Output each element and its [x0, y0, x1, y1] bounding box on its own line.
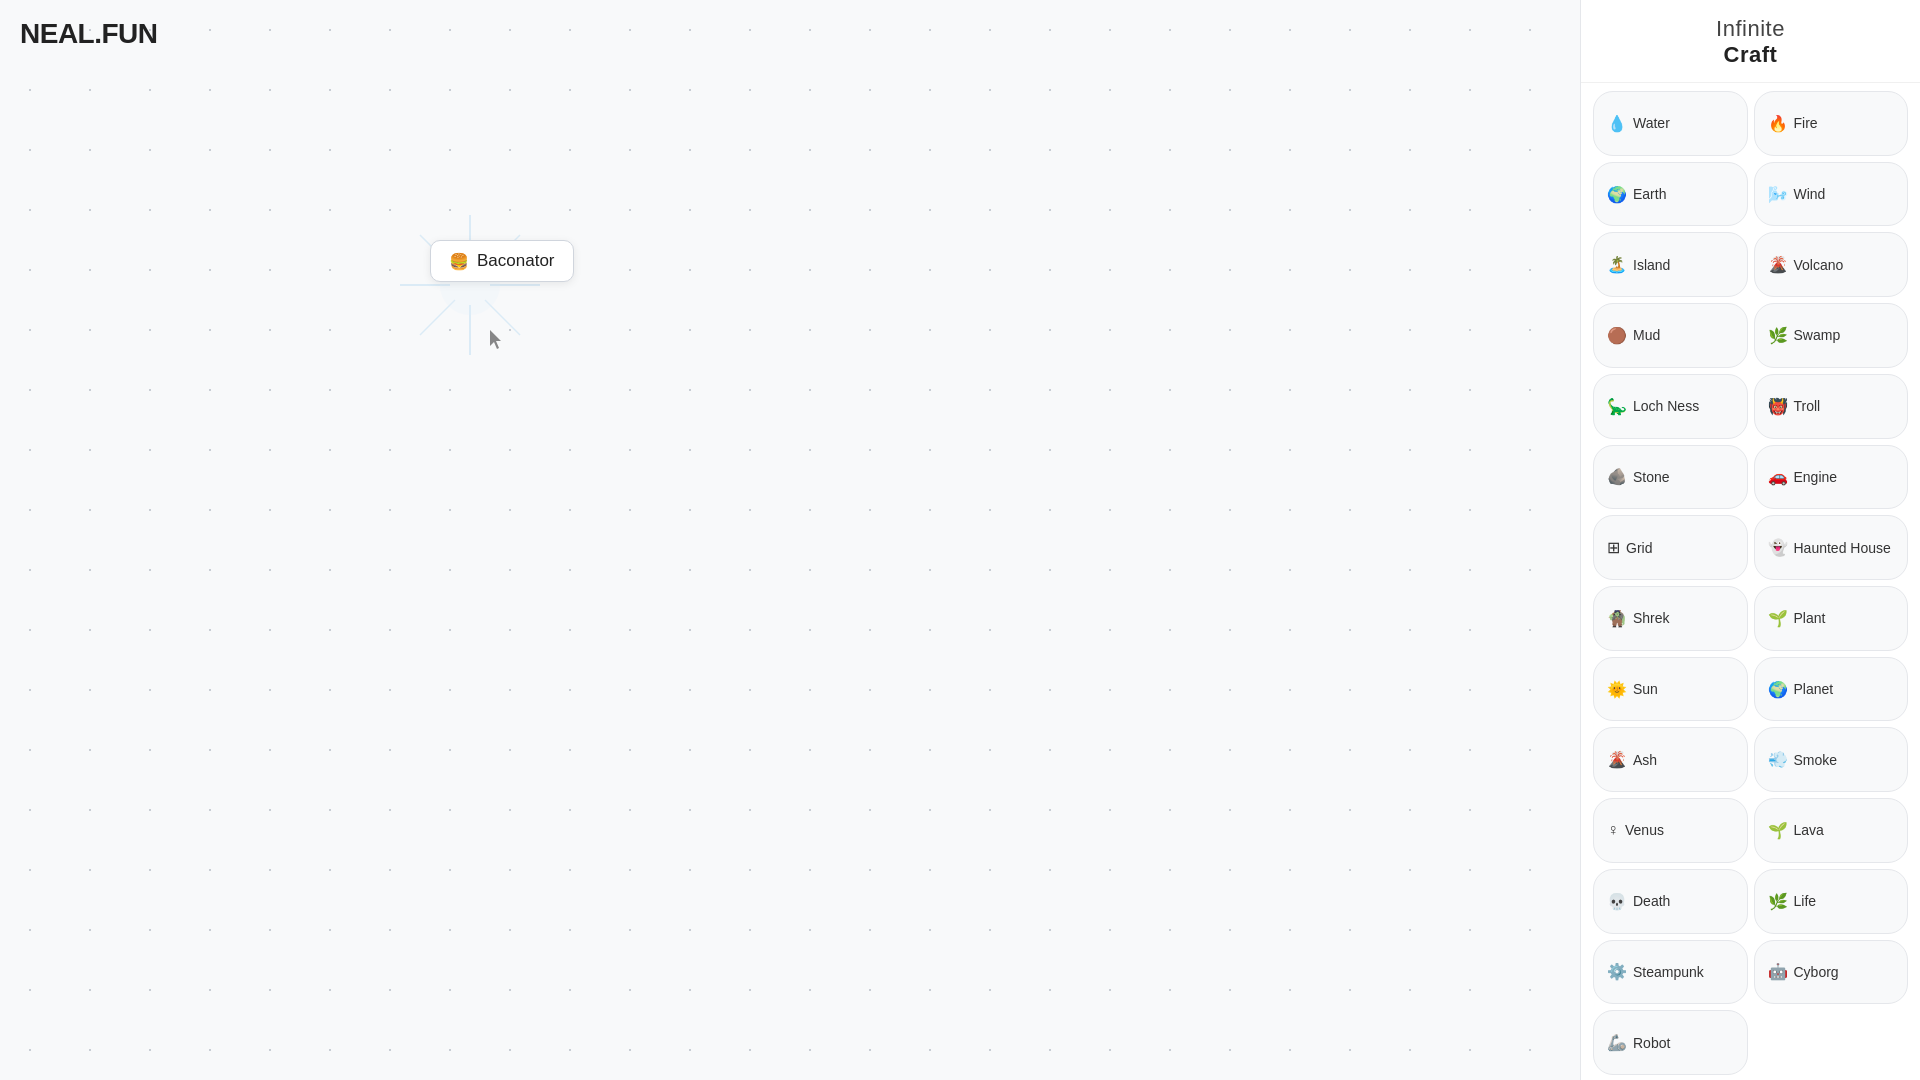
cyborg-emoji: 🤖 [1768, 962, 1788, 981]
swamp-label: Swamp [1794, 327, 1841, 343]
sidebar-title-bottom: Craft [1601, 42, 1900, 68]
haunted-house-emoji: 👻 [1768, 538, 1788, 557]
craft-canvas[interactable]: 🍔 Baconator [0, 0, 1580, 1080]
starburst-effect [390, 205, 550, 365]
sun-emoji: 🌞 [1607, 680, 1627, 699]
baconator-element[interactable]: 🍔 Baconator [430, 240, 574, 282]
smoke-emoji: 💨 [1768, 750, 1788, 769]
troll-label: Troll [1794, 398, 1821, 414]
water-label: Water [1633, 115, 1670, 131]
grid-label: Grid [1626, 540, 1652, 556]
sidebar-item-earth[interactable]: 🌍 Earth [1593, 162, 1748, 227]
sidebar-item-wind[interactable]: 🌬️ Wind [1754, 162, 1909, 227]
earth-label: Earth [1633, 186, 1666, 202]
sidebar-items-list: 💧 Water 🔥 Fire 🌍 Earth 🌬️ Wind 🏝️ Island 🌋 Volcano 🟤… [1581, 83, 1920, 1080]
sidebar-item-island[interactable]: 🏝️ Island [1593, 232, 1748, 297]
earth-emoji: 🌍 [1607, 185, 1627, 204]
sidebar-item-ash[interactable]: 🌋 Ash [1593, 727, 1748, 792]
sidebar-item-mud[interactable]: 🟤 Mud [1593, 303, 1748, 368]
sidebar-item-shrek[interactable]: 🧌 Shrek [1593, 586, 1748, 651]
death-label: Death [1633, 893, 1670, 909]
sidebar-item-robot[interactable]: 🦾 Robot [1593, 1010, 1748, 1075]
sidebar-item-loch-ness[interactable]: 🦕 Loch Ness [1593, 374, 1748, 439]
plant-label: Plant [1794, 610, 1826, 626]
sidebar-item-swamp[interactable]: 🌿 Swamp [1754, 303, 1909, 368]
baconator-label: Baconator [477, 251, 555, 271]
lava-label: Lava [1794, 822, 1824, 838]
sidebar-item-cyborg[interactable]: 🤖 Cyborg [1754, 940, 1909, 1005]
sidebar-item-water[interactable]: 💧 Water [1593, 91, 1748, 156]
svg-line-7 [485, 300, 520, 335]
water-emoji: 💧 [1607, 114, 1627, 133]
troll-emoji: 👹 [1768, 397, 1788, 416]
stone-emoji: 🪨 [1607, 467, 1627, 486]
sidebar-item-volcano[interactable]: 🌋 Volcano [1754, 232, 1909, 297]
steampunk-label: Steampunk [1633, 964, 1704, 980]
shrek-label: Shrek [1633, 610, 1670, 626]
cyborg-label: Cyborg [1794, 964, 1839, 980]
sidebar-item-fire[interactable]: 🔥 Fire [1754, 91, 1909, 156]
baconator-emoji: 🍔 [449, 252, 469, 271]
volcano-emoji: 🌋 [1768, 255, 1788, 274]
planet-emoji: 🌍 [1768, 680, 1788, 699]
mud-emoji: 🟤 [1607, 326, 1627, 345]
life-label: Life [1794, 893, 1817, 909]
venus-emoji: ♀️ [1607, 821, 1619, 839]
sidebar-item-planet[interactable]: 🌍 Planet [1754, 657, 1909, 722]
fire-label: Fire [1794, 115, 1818, 131]
sidebar-item-smoke[interactable]: 💨 Smoke [1754, 727, 1909, 792]
swamp-emoji: 🌿 [1768, 326, 1788, 345]
sidebar-item-haunted-house[interactable]: 👻 Haunted House [1754, 515, 1909, 580]
smoke-label: Smoke [1794, 752, 1838, 768]
grid-emoji: ⊞ [1607, 538, 1620, 557]
island-emoji: 🏝️ [1607, 255, 1627, 274]
sidebar-title-top: Infinite [1601, 16, 1900, 42]
engine-emoji: 🚗 [1768, 467, 1788, 486]
sidebar-item-plant[interactable]: 🌱 Plant [1754, 586, 1909, 651]
sidebar-item-engine[interactable]: 🚗 Engine [1754, 445, 1909, 510]
sidebar-item-lava[interactable]: 🌱 Lava [1754, 798, 1909, 863]
robot-emoji: 🦾 [1607, 1033, 1627, 1052]
sidebar-item-death[interactable]: 💀 Death [1593, 869, 1748, 934]
haunted-house-label: Haunted House [1794, 540, 1891, 556]
fire-emoji: 🔥 [1768, 114, 1788, 133]
loch-ness-label: Loch Ness [1633, 398, 1699, 414]
robot-label: Robot [1633, 1035, 1670, 1051]
mouse-cursor [490, 330, 506, 350]
sun-label: Sun [1633, 681, 1658, 697]
sidebar-item-venus[interactable]: ♀️ Venus [1593, 798, 1748, 863]
wind-emoji: 🌬️ [1768, 185, 1788, 204]
sidebar-item-sun[interactable]: 🌞 Sun [1593, 657, 1748, 722]
lava-emoji: 🌱 [1768, 821, 1788, 840]
volcano-label: Volcano [1794, 257, 1844, 273]
sidebar-item-life[interactable]: 🌿 Life [1754, 869, 1909, 934]
venus-label: Venus [1625, 822, 1664, 838]
wind-label: Wind [1794, 186, 1826, 202]
sidebar-item-stone[interactable]: 🪨 Stone [1593, 445, 1748, 510]
mud-label: Mud [1633, 327, 1660, 343]
ash-emoji: 🌋 [1607, 750, 1627, 769]
sidebar-header: Infinite Craft [1581, 0, 1920, 83]
steampunk-emoji: ⚙️ [1607, 962, 1627, 981]
sidebar-item-steampunk[interactable]: ⚙️ Steampunk [1593, 940, 1748, 1005]
engine-label: Engine [1794, 469, 1838, 485]
stone-label: Stone [1633, 469, 1670, 485]
svg-line-6 [420, 300, 455, 335]
life-emoji: 🌿 [1768, 892, 1788, 911]
site-logo: NEAL.FUN [20, 18, 158, 50]
shrek-emoji: 🧌 [1607, 609, 1627, 628]
sidebar-item-troll[interactable]: 👹 Troll [1754, 374, 1909, 439]
sidebar-item-grid[interactable]: ⊞ Grid [1593, 515, 1748, 580]
planet-label: Planet [1794, 681, 1834, 697]
island-label: Island [1633, 257, 1670, 273]
death-emoji: 💀 [1607, 892, 1627, 911]
ash-label: Ash [1633, 752, 1657, 768]
sidebar-panel: Infinite Craft 💧 Water 🔥 Fire 🌍 Earth 🌬️ Wind 🏝️… [1580, 0, 1920, 1080]
plant-emoji: 🌱 [1768, 609, 1788, 628]
loch-ness-emoji: 🦕 [1607, 397, 1627, 416]
